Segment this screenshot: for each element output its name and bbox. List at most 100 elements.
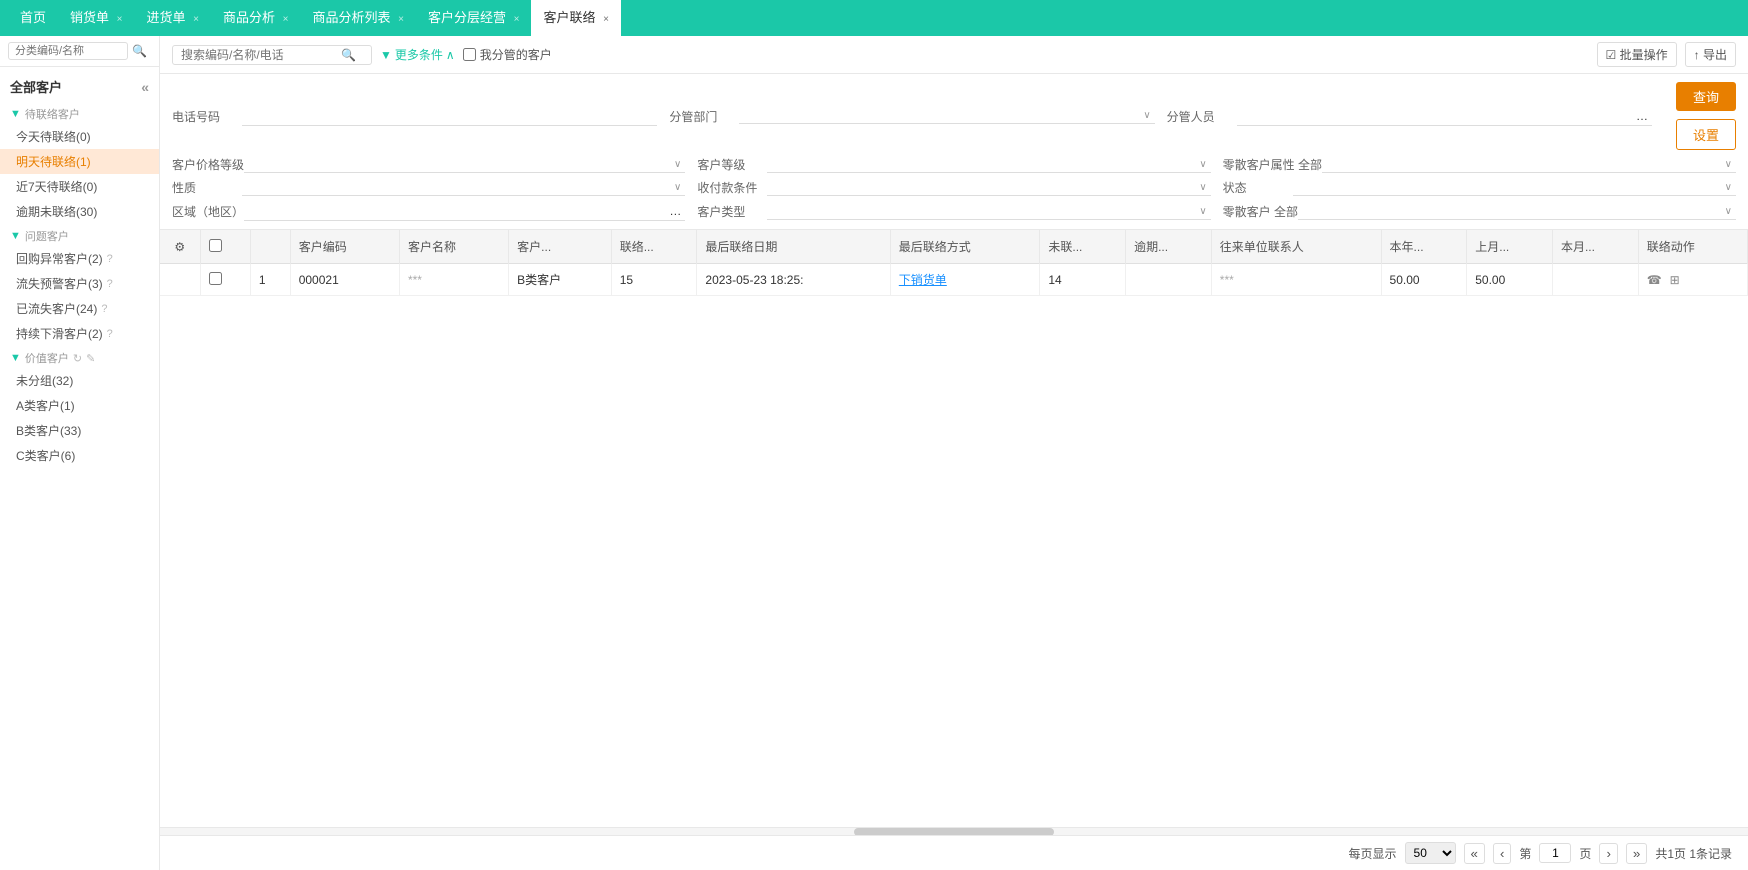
sidebar-item-overdue-contact[interactable]: 逾期未联络(30): [0, 199, 159, 224]
help-icon-4: ?: [107, 328, 113, 340]
sidebar-item-churned[interactable]: 已流失客户(24) ?: [0, 296, 159, 321]
region-select[interactable]: …: [244, 202, 685, 221]
first-page-btn[interactable]: «: [1464, 843, 1485, 864]
th-last-contact-date[interactable]: 最后联络日期: [697, 230, 890, 264]
refresh-icon[interactable]: ↻: [73, 352, 82, 365]
status-label: 状态: [1223, 179, 1293, 196]
table-row: 1 000021 *** B类客户 15 2023-05-23 18:25: 下…: [160, 264, 1748, 296]
advanced-filter-panel: 电话号码 分管部门 ∨ 分管人员 … 查询: [160, 74, 1748, 230]
manager-select[interactable]: …: [1237, 107, 1652, 126]
sidebar-all-customers[interactable]: 全部客户 «: [0, 71, 159, 102]
filter-actions: ☑ 批量操作 ↑ 导出: [1597, 42, 1736, 67]
th-index: [250, 230, 290, 264]
filter-cell-nature: 性质 ∨: [172, 179, 685, 196]
customer-type-select[interactable]: ∨: [767, 204, 1210, 220]
th-contact-count[interactable]: 联络...: [611, 230, 697, 264]
customer-type-label: 客户类型: [697, 203, 767, 220]
td-checkbox[interactable]: [200, 264, 250, 296]
filter-search-icon[interactable]: 🔍: [341, 48, 356, 62]
row-checkbox[interactable]: [209, 272, 222, 285]
per-page-label: 每页显示: [1349, 845, 1397, 862]
nav-customer-contact[interactable]: 客户联络 ×: [531, 0, 620, 36]
td-row-settings[interactable]: [160, 264, 200, 296]
sidebar-item-7days-contact[interactable]: 近7天待联络(0): [0, 174, 159, 199]
sidebar-search-input[interactable]: [8, 42, 128, 60]
sidebar-item-class-a[interactable]: A类客户(1): [0, 393, 159, 418]
batch-check-icon: ☑: [1606, 48, 1617, 62]
region-ellipsis-icon: …: [669, 204, 681, 218]
payment-label: 收付款条件: [697, 179, 767, 196]
prev-page-btn[interactable]: ‹: [1493, 843, 1511, 864]
nav-customer-segmentation-close-icon[interactable]: ×: [514, 14, 520, 25]
th-overdue[interactable]: 逾期...: [1126, 230, 1212, 264]
last-page-btn[interactable]: »: [1626, 843, 1647, 864]
my-customer-checkbox[interactable]: [463, 48, 476, 61]
th-unit-contact[interactable]: 往来单位联系人: [1211, 230, 1381, 264]
nav-home[interactable]: 首页: [8, 0, 58, 36]
page-number-input[interactable]: [1539, 843, 1571, 863]
customer-table: ⚙ 客户编码 客户名称 客户... 联络... 最后联络日期 最后联络方式 未联…: [160, 230, 1748, 296]
sidebar-item-today-contact[interactable]: 今天待联络(0): [0, 124, 159, 149]
nav-product-analysis[interactable]: 商品分析 ×: [211, 0, 300, 36]
price-level-select[interactable]: ∨: [244, 157, 685, 173]
retail-attr-select[interactable]: ∨: [1322, 157, 1736, 173]
action-phone-icon[interactable]: ☎: [1647, 273, 1662, 287]
sidebar-item-class-b[interactable]: B类客户(33): [0, 418, 159, 443]
batch-operation-btn[interactable]: ☑ 批量操作: [1597, 42, 1677, 67]
sidebar-item-class-c[interactable]: C类客户(6): [0, 443, 159, 468]
filter-row-2: 客户价格等级 ∨ 客户等级 ∨ 零散客户属性 全部: [172, 156, 1736, 173]
filter-search-input[interactable]: [181, 48, 341, 62]
th-last-month[interactable]: 上月...: [1467, 230, 1553, 264]
th-customer-type[interactable]: 客户...: [509, 230, 612, 264]
filter-cell-customer-level: 客户等级 ∨: [697, 156, 1210, 173]
nav-customer-segmentation[interactable]: 客户分层经营 ×: [416, 0, 531, 36]
export-btn[interactable]: ↑ 导出: [1685, 42, 1736, 67]
sidebar-collapse-icon[interactable]: «: [141, 79, 149, 95]
th-not-contacted[interactable]: 未联...: [1040, 230, 1126, 264]
per-page-select[interactable]: 50 100 200: [1405, 842, 1456, 864]
sidebar-search-icon[interactable]: 🔍: [132, 44, 147, 58]
dept-select[interactable]: ∨: [739, 108, 1154, 124]
td-this-month: [1552, 264, 1638, 296]
sidebar-all-customers-label: 全部客户: [10, 77, 62, 96]
sidebar-item-tomorrow-contact[interactable]: 明天待联络(1): [0, 149, 159, 174]
status-select[interactable]: ∨: [1293, 180, 1736, 196]
td-last-contact-method[interactable]: 下销货单: [890, 264, 1040, 296]
nav-customer-contact-close-icon[interactable]: ×: [603, 14, 609, 25]
nav-purchase[interactable]: 进货单 ×: [135, 0, 211, 36]
my-customer-filter[interactable]: 我分管的客户: [463, 46, 552, 63]
th-last-contact-method[interactable]: 最后联络方式: [890, 230, 1040, 264]
customer-level-select[interactable]: ∨: [767, 157, 1210, 173]
action-more-icon[interactable]: ⊞: [1670, 273, 1680, 287]
sidebar-group-value-label: 价值客户: [25, 350, 69, 366]
more-conditions-btn[interactable]: ▼ 更多条件 ∧: [380, 46, 455, 63]
sidebar-item-repurchase-abnormal[interactable]: 回购异常客户(2) ?: [0, 246, 159, 271]
filter-cell-dept: 分管部门 ∨: [669, 108, 1154, 125]
payment-select[interactable]: ∨: [767, 180, 1210, 196]
phone-input[interactable]: [242, 107, 657, 126]
query-button[interactable]: 查询: [1676, 82, 1736, 111]
th-customer-code[interactable]: 客户编码: [290, 230, 399, 264]
th-settings[interactable]: ⚙: [160, 230, 200, 264]
reset-button[interactable]: 设置: [1676, 119, 1736, 150]
th-customer-name[interactable]: 客户名称: [399, 230, 508, 264]
sidebar-item-ungrouped[interactable]: 未分组(32): [0, 368, 159, 393]
nav-sales-close-icon[interactable]: ×: [117, 14, 123, 25]
nav-purchase-close-icon[interactable]: ×: [193, 14, 199, 25]
retail-customer-select[interactable]: ∨: [1298, 204, 1736, 220]
sidebar-item-churn-warning[interactable]: 流失预警客户(3) ?: [0, 271, 159, 296]
td-last-contact-date: 2023-05-23 18:25:: [697, 264, 890, 296]
th-checkbox[interactable]: [200, 230, 250, 264]
chevron-up-icon: ∧: [446, 48, 455, 62]
next-page-btn[interactable]: ›: [1599, 843, 1617, 864]
th-this-year[interactable]: 本年...: [1381, 230, 1467, 264]
nav-product-analysis-list-close-icon[interactable]: ×: [398, 14, 404, 25]
th-this-month[interactable]: 本月...: [1552, 230, 1638, 264]
nav-product-analysis-list[interactable]: 商品分析列表 ×: [300, 0, 415, 36]
nature-select[interactable]: ∨: [242, 180, 685, 196]
nav-sales[interactable]: 销货单 ×: [58, 0, 134, 36]
sidebar-item-declining[interactable]: 持续下滑客户(2) ?: [0, 321, 159, 346]
nav-product-analysis-close-icon[interactable]: ×: [283, 14, 289, 25]
edit-icon[interactable]: ✎: [86, 352, 95, 365]
select-all-checkbox[interactable]: [209, 239, 222, 252]
